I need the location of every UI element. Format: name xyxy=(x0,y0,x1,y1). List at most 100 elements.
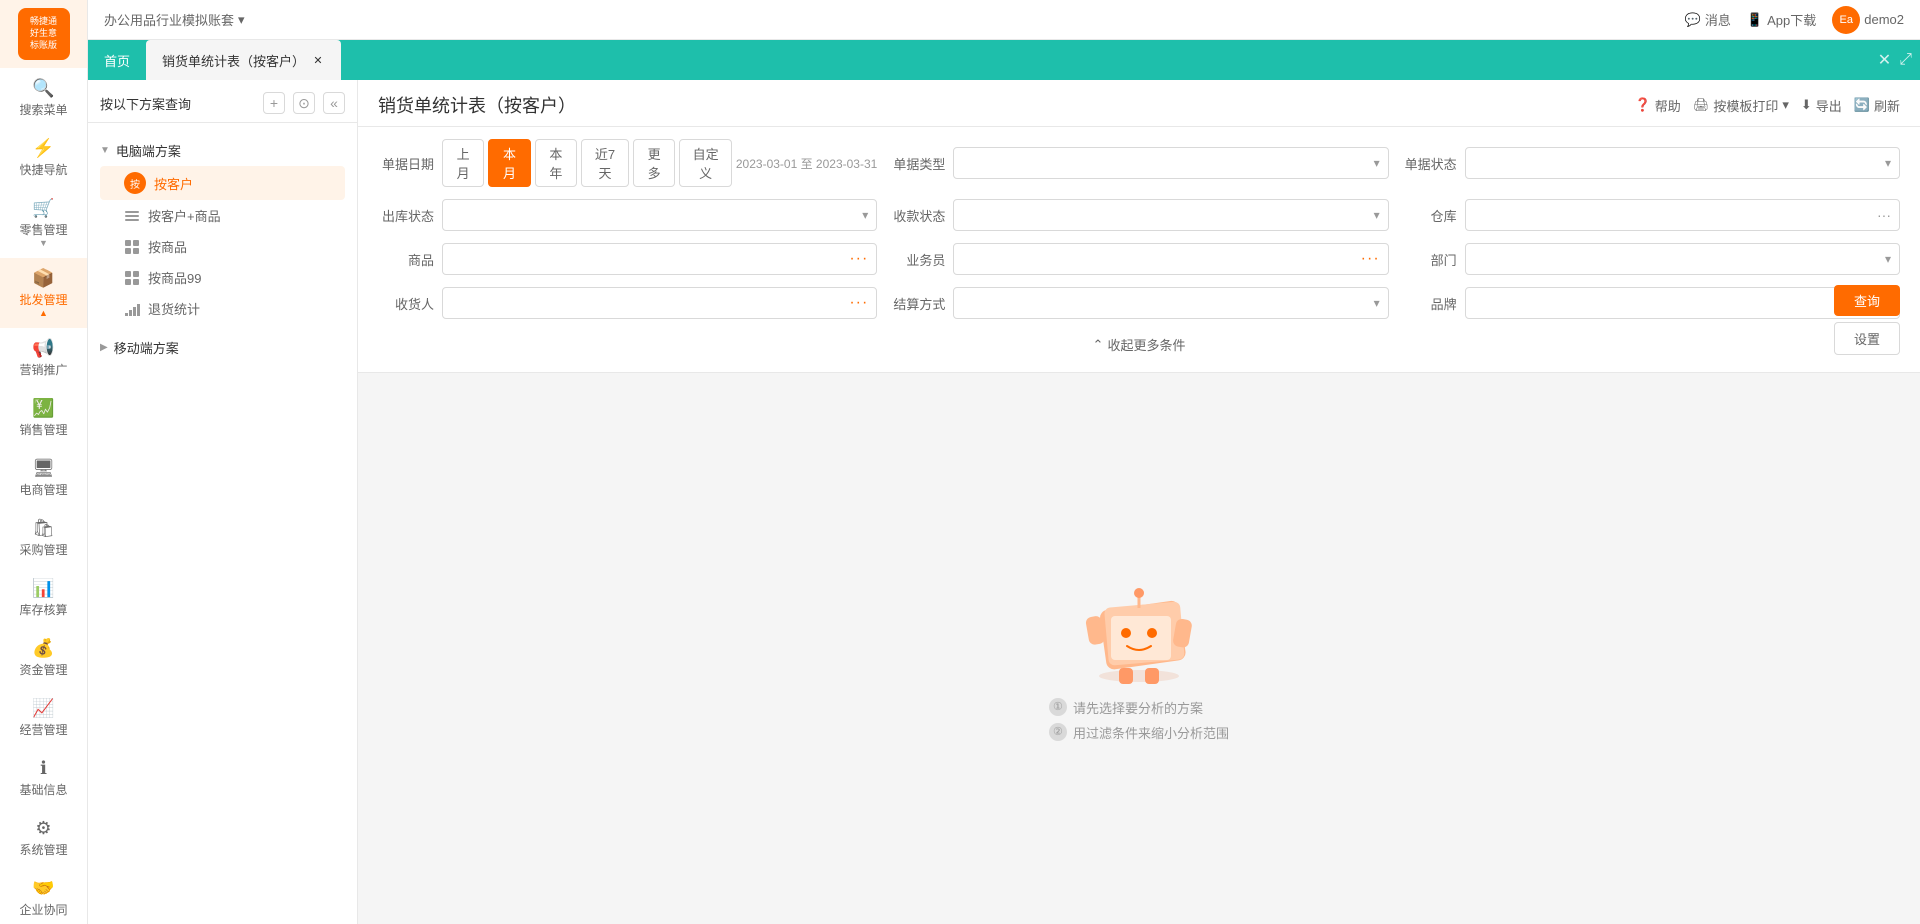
empty-hint-2: ② 用过滤条件来缩小分析范围 xyxy=(1049,723,1229,742)
salesman-control[interactable]: ··· xyxy=(953,243,1388,275)
sidebar-item-ecommerce[interactable]: 🖥 电商管理 xyxy=(0,448,87,508)
user-profile[interactable]: Ea demo2 xyxy=(1832,6,1904,34)
settings-button[interactable]: 设置 xyxy=(1834,322,1900,355)
customer-product-icon xyxy=(124,208,140,224)
tab-close-all-button[interactable]: ✕ xyxy=(1878,50,1891,70)
top-header: 办公用品行业模拟账套 ▾ 💬 消息 📱 App下载 Ea demo2 xyxy=(88,0,1920,40)
product99-icon xyxy=(124,270,140,286)
collapse-filter-button[interactable]: ⌃ 收起更多条件 xyxy=(378,329,1900,360)
tab-home[interactable]: 首页 xyxy=(88,40,146,80)
scheme-item-by-product[interactable]: 按商品 xyxy=(100,231,345,262)
tab-bar: 首页 销货单统计表（按客户） ✕ ✕ ⤢ xyxy=(88,40,1920,80)
collapse-up-icon: ⌃ xyxy=(1093,337,1104,353)
print-template-button[interactable]: 🖨 按模板打印 ▾ xyxy=(1693,96,1789,115)
ecommerce-icon: 🖥 xyxy=(32,458,55,479)
doc-status-control[interactable]: ▾ xyxy=(1465,147,1900,179)
sidebar-item-quick[interactable]: ⚡ 快捷导航 xyxy=(0,128,87,188)
retail-icon: 🛒 xyxy=(32,198,54,219)
collapse-panel-button[interactable]: « xyxy=(323,92,345,114)
collapse-icon: « xyxy=(330,95,338,111)
export-button[interactable]: ⬇ 导出 xyxy=(1801,96,1842,115)
scheme-item-by-customer[interactable]: 按 按客户 xyxy=(100,166,345,200)
date-btn-last-month[interactable]: 上月 xyxy=(442,139,484,187)
warehouse-ellipsis-icon: ··· xyxy=(1877,207,1891,223)
sidebar-item-retail[interactable]: 🛒 零售管理 ▼ xyxy=(0,188,87,258)
empty-hint-1: ① 请先选择要分析的方案 xyxy=(1049,698,1229,717)
out-status-filter-cell: 出库状态 ▾ xyxy=(378,199,877,231)
date-filter-cell: 单据日期 上月 本月 本年 近7天 更多 自定义 2023-03-01 至 20… xyxy=(378,139,877,187)
help-button[interactable]: ❓ 帮助 xyxy=(1635,96,1681,115)
date-btn-last-7[interactable]: 近7天 xyxy=(581,139,629,187)
sidebar-item-finance[interactable]: 💰 资金管理 xyxy=(0,628,87,688)
out-status-dropdown-icon: ▾ xyxy=(862,208,868,222)
marketing-icon: 📢 xyxy=(32,338,54,359)
department-control[interactable]: ▾ xyxy=(1465,243,1900,275)
tab-sales-stat[interactable]: 销货单统计表（按客户） ✕ xyxy=(146,40,341,80)
sidebar-item-inventory[interactable]: 📊 库存核算 xyxy=(0,568,87,628)
sidebar-item-basic[interactable]: ℹ 基础信息 xyxy=(0,748,87,808)
sidebar-item-wholesale[interactable]: 📦 批发管理 ▲ xyxy=(0,258,87,328)
scheme-group-mobile-header[interactable]: ▶ 移动端方案 xyxy=(100,332,345,363)
empty-hints: ① 请先选择要分析的方案 ② 用过滤条件来缩小分析范围 xyxy=(1049,698,1229,742)
product-control[interactable]: ··· xyxy=(442,243,877,275)
sidebar-item-sales[interactable]: 💹 销售管理 xyxy=(0,388,87,448)
dropdown-icon: ▾ xyxy=(238,12,245,28)
operations-icon: 📈 xyxy=(32,698,54,719)
date-range-display: 2023-03-01 至 2023-03-31 xyxy=(736,155,877,172)
warehouse-filter-cell: 仓库 ··· xyxy=(1401,199,1900,231)
add-scheme-button[interactable]: + xyxy=(263,92,285,114)
enterprise-icon: 🤝 xyxy=(32,878,54,899)
receiver-control[interactable]: ··· xyxy=(442,287,877,319)
customer-scheme-icon: 按 xyxy=(124,172,146,194)
scheme-group-mobile: ▶ 移动端方案 xyxy=(88,328,357,367)
sales-icon: 💹 xyxy=(32,398,54,419)
date-btn-this-year[interactable]: 本年 xyxy=(535,139,577,187)
date-btn-more[interactable]: 更多 xyxy=(633,139,675,187)
content-area: 按以下方案查询 + ⊙ « ▼ xyxy=(88,80,1920,924)
sidebar-item-system[interactable]: ⚙ 系统管理 xyxy=(0,808,87,868)
product-dots-icon: ··· xyxy=(849,250,868,268)
doc-status-dropdown-icon: ▾ xyxy=(1885,156,1891,170)
print-dropdown-icon: ▾ xyxy=(1782,97,1789,113)
scheme-item-return-stat[interactable]: 退货统计 xyxy=(100,293,345,324)
sidebar: 畅捷通好生意标账版 🔍 搜索菜单 ⚡ 快捷导航 🛒 零售管理 ▼ 📦 批发管理 … xyxy=(0,0,88,924)
scheme-group-desktop-header[interactable]: ▼ 电脑端方案 xyxy=(100,135,345,166)
collect-status-control[interactable]: ▾ xyxy=(953,199,1388,231)
purchase-icon: 🛍 xyxy=(32,518,55,539)
finance-icon: 💰 xyxy=(32,638,54,659)
tab-maximize-button[interactable]: ⤢ xyxy=(1899,51,1912,69)
tab-close-button[interactable]: ✕ xyxy=(311,53,325,67)
logo: 畅捷通好生意标账版 xyxy=(0,0,87,68)
date-btn-custom[interactable]: 自定义 xyxy=(679,139,732,187)
filter-area: 单据日期 上月 本月 本年 近7天 更多 自定义 2023-03-01 至 20… xyxy=(358,127,1920,373)
scheme-group-desktop: ▼ 电脑端方案 按 按客户 xyxy=(88,131,357,328)
wholesale-icon: 📦 xyxy=(32,268,54,289)
refresh-icon: 🔄 xyxy=(1854,97,1870,113)
date-btn-this-month[interactable]: 本月 xyxy=(488,139,530,187)
receiver-filter-cell: 收货人 ··· xyxy=(378,287,877,319)
refresh-button[interactable]: 🔄 刷新 xyxy=(1854,96,1900,115)
group-arrow-collapsed-icon: ▶ xyxy=(100,342,108,353)
query-button[interactable]: 查询 xyxy=(1834,285,1900,316)
message-icon: 💬 xyxy=(1685,12,1701,28)
doc-type-control[interactable]: ▾ xyxy=(953,147,1388,179)
out-status-control[interactable]: ▾ xyxy=(442,199,877,231)
quick-icon: ⚡ xyxy=(32,138,54,159)
message-button[interactable]: 💬 消息 xyxy=(1685,10,1731,29)
app-download-button[interactable]: 📱 App下载 xyxy=(1747,10,1816,29)
doc-type-dropdown-icon: ▾ xyxy=(1374,156,1380,170)
settings-scheme-button[interactable]: ⊙ xyxy=(293,92,315,114)
warehouse-control[interactable]: ··· xyxy=(1465,199,1900,231)
industry-selector[interactable]: 办公用品行业模拟账套 ▾ xyxy=(104,10,245,29)
scheme-item-by-customer-product[interactable]: 按客户+商品 xyxy=(100,200,345,231)
main-area: 办公用品行业模拟账套 ▾ 💬 消息 📱 App下载 Ea demo2 首页 xyxy=(88,0,1920,924)
sidebar-item-operations[interactable]: 📈 经营管理 xyxy=(0,688,87,748)
empty-state: ① 请先选择要分析的方案 ② 用过滤条件来缩小分析范围 xyxy=(1049,556,1229,742)
sidebar-item-search[interactable]: 🔍 搜索菜单 xyxy=(0,68,87,128)
sidebar-item-marketing[interactable]: 📢 营销推广 xyxy=(0,328,87,388)
settle-method-control[interactable]: ▾ xyxy=(953,287,1388,319)
scheme-item-by-product-99[interactable]: 按商品99 xyxy=(100,262,345,293)
sidebar-item-enterprise[interactable]: 🤝 企业协同 xyxy=(0,868,87,924)
sidebar-item-purchase[interactable]: 🛍 采购管理 xyxy=(0,508,87,568)
doc-status-filter-cell: 单据状态 ▾ xyxy=(1401,147,1900,179)
